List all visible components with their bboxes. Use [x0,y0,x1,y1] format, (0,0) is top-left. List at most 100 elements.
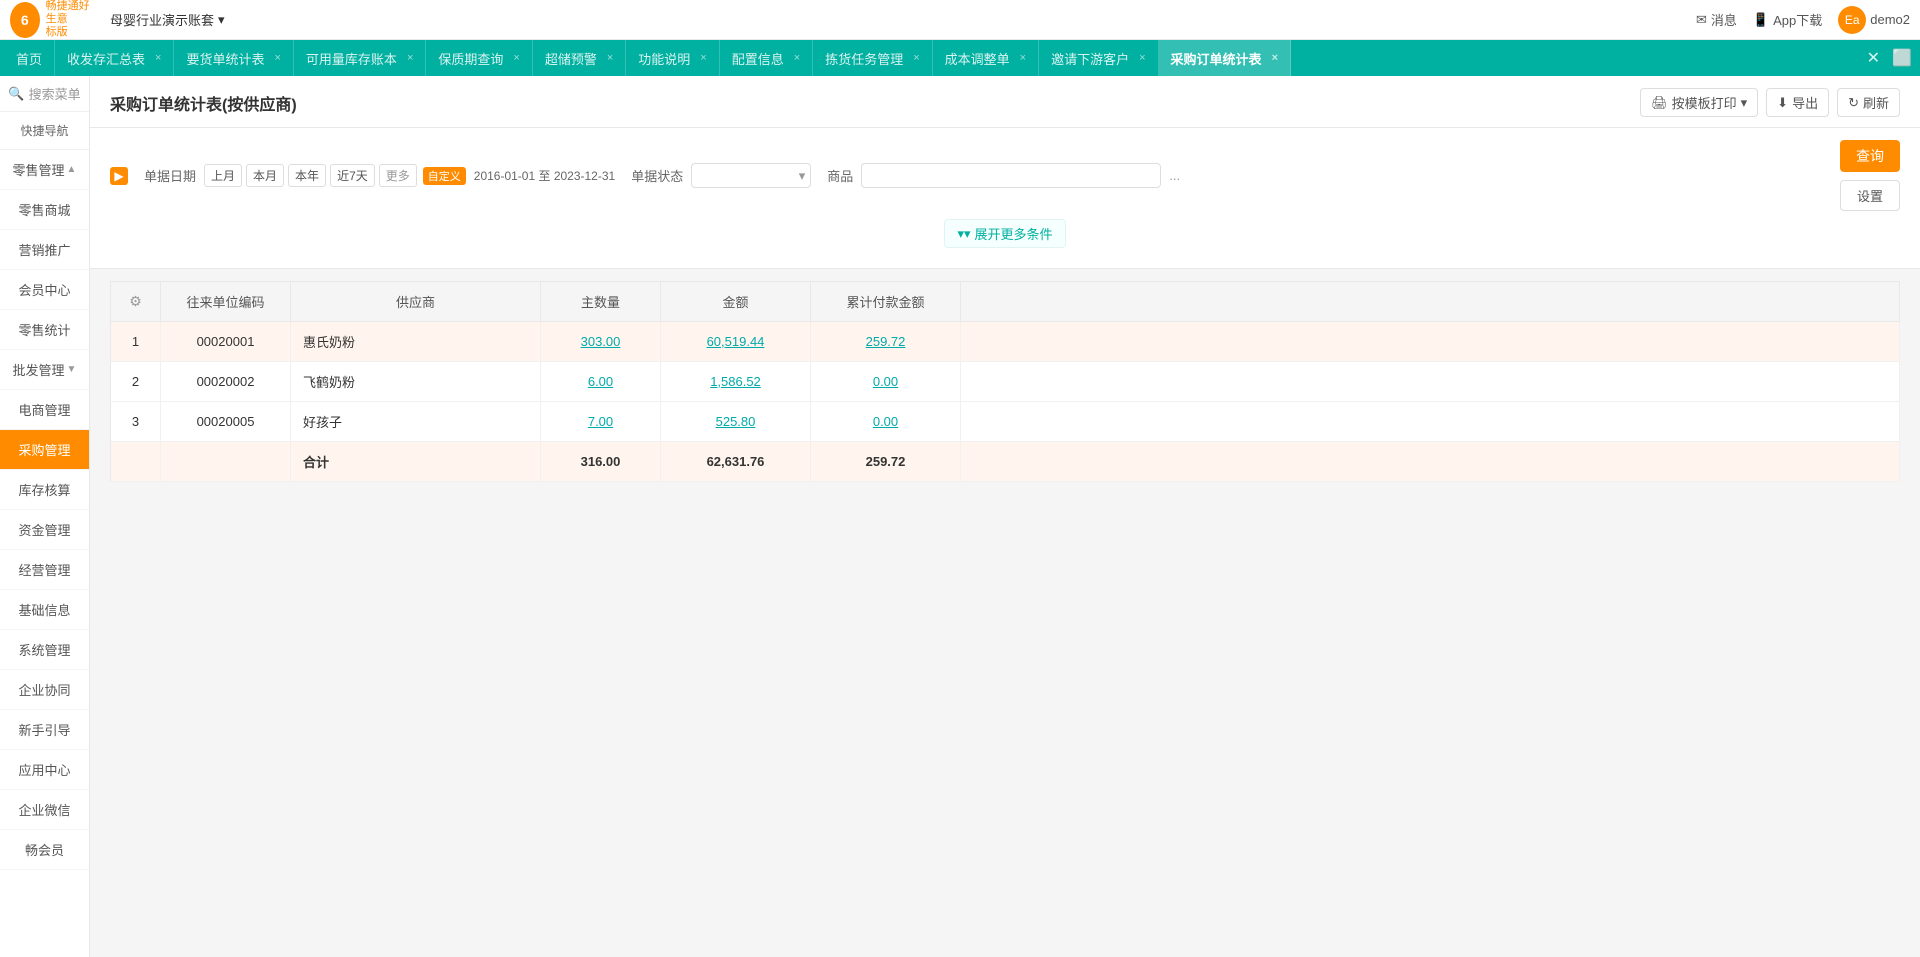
refresh-icon: ↻ [1848,95,1859,111]
sidebar-item-retail-stats[interactable]: 零售统计 [0,310,89,350]
sidebar-item-retail-shop[interactable]: 零售商城 [0,190,89,230]
footer-label [161,442,291,482]
sidebar-item-member2[interactable]: 畅会员 [0,830,89,870]
tab-close-pinhuo[interactable]: × [913,52,919,64]
tab-home[interactable]: 首页 [4,40,55,76]
close-tab-btn[interactable]: ✕ [1863,44,1884,72]
tab-close-chuchao[interactable]: × [607,52,613,64]
filter-goods-group: 商品 ... [827,163,1180,188]
qty-link[interactable]: 6.00 [588,374,613,389]
cell-code: 00020002 [161,362,291,402]
cell-extra [961,322,1900,362]
table-row: 2 00020002 飞鹤奶粉 6.00 1,586.52 0.00 [111,362,1900,402]
date-shortcuts: 上月 本月 本年 近7天 更多 [204,164,417,187]
sidebar-item-operation[interactable]: 经营管理 [0,550,89,590]
sidebar-item-basic[interactable]: 基础信息 [0,590,89,630]
message-btn[interactable]: ✉ 消息 [1696,10,1737,29]
date-this-month[interactable]: 本月 [246,164,284,187]
expand-down-icon: ▾▾ [957,226,970,242]
tab-gongneng[interactable]: 功能说明 × [626,40,719,76]
tab-shoufa[interactable]: 收发存汇总表 × [55,40,174,76]
chevron-up-icon: ▲ [67,164,77,175]
tab-caigou[interactable]: 采购订单统计表 × [1159,40,1291,76]
sidebar-item-finance[interactable]: 资金管理 [0,510,89,550]
qty-link[interactable]: 303.00 [581,334,621,349]
tab-close-yaoqing[interactable]: × [1139,52,1145,64]
export-btn[interactable]: ⬇ 导出 [1766,88,1829,117]
date-this-year[interactable]: 本年 [288,164,326,187]
sidebar-item-appstore[interactable]: 应用中心 [0,750,89,790]
qty-link[interactable]: 7.00 [588,414,613,429]
date-more[interactable]: 更多 [379,164,417,187]
workspace-selector[interactable]: 母婴行业演示账套 ▾ [100,10,235,29]
sidebar-quicknav[interactable]: 快捷导航 [0,112,89,150]
avatar: Ea [1838,6,1866,34]
amount-link[interactable]: 60,519.44 [707,334,765,349]
top-right: ✉ 消息 📱 App下载 Ea demo2 [1696,6,1910,34]
filter-more-btn[interactable]: ... [1169,168,1180,183]
sidebar-item-retail[interactable]: 零售管理 ▲ [0,150,89,190]
expand-more-btn[interactable]: ▾▾ 展开更多条件 [944,219,1065,248]
sidebar-item-purchase[interactable]: 采购管理 [0,430,89,470]
tab-yaoqing[interactable]: 邀请下游客户 × [1039,40,1158,76]
main-layout: 🔍 搜索菜单 快捷导航 零售管理 ▲ 零售商城 营销推广 会员中心 零售统计 批… [0,76,1920,957]
goods-input[interactable] [861,163,1161,188]
footer-no [111,442,161,482]
print-btn[interactable]: 🖨 按模板打印 ▾ [1640,88,1758,117]
filter-expand-icon[interactable]: ▶ [110,167,128,185]
footer-qty: 316.00 [541,442,661,482]
page-header: 采购订单统计表(按供应商) 🖨 按模板打印 ▾ ⬇ 导出 ↻ 刷新 [90,76,1920,128]
table-area: ⚙ 往来单位编码 供应商 主数量 金额 累计付款金额 1 00020001 [90,269,1920,494]
filter-area: ▶ 单据日期 上月 本月 本年 近7天 更多 自定义 [90,128,1920,269]
user-profile[interactable]: Ea demo2 [1838,6,1910,34]
paid-link[interactable]: 259.72 [866,334,906,349]
paid-link[interactable]: 0.00 [873,414,898,429]
tab-baozhi[interactable]: 保质期查询 × [426,40,532,76]
amount-link[interactable]: 525.80 [716,414,756,429]
sidebar-item-enterprise[interactable]: 企业协同 [0,670,89,710]
cell-amount: 60,519.44 [661,322,811,362]
query-btn[interactable]: 查询 [1840,140,1900,172]
tab-peizhiinfo[interactable]: 配置信息 × [720,40,813,76]
th-amount: 金额 [661,282,811,322]
settings-btn[interactable]: 设置 [1840,180,1900,211]
sidebar-item-wholesale[interactable]: 批发管理 ▼ [0,350,89,390]
sidebar-item-ecommerce[interactable]: 电商管理 [0,390,89,430]
tab-pinhuo[interactable]: 拣货任务管理 × [813,40,932,76]
sidebar-search[interactable]: 🔍 搜索菜单 [0,76,89,112]
sidebar-item-wechat[interactable]: 企业微信 [0,790,89,830]
tab-close-gongneng[interactable]: × [700,52,706,64]
tab-chuchao[interactable]: 超储预警 × [533,40,626,76]
tab-close-caigou[interactable]: × [1272,52,1278,64]
tab-close-chengben[interactable]: × [1020,52,1026,64]
sidebar-item-marketing[interactable]: 营销推广 [0,230,89,270]
tab-close-peizhiinfo[interactable]: × [794,52,800,64]
tab-yaohuo[interactable]: 要货单统计表 × [174,40,293,76]
maximize-btn[interactable]: ⬜ [1888,44,1916,72]
tab-close-keyong[interactable]: × [407,52,413,64]
amount-link[interactable]: 1,586.52 [710,374,761,389]
tab-close-baozhi[interactable]: × [513,52,519,64]
export-icon: ⬇ [1777,95,1788,111]
sidebar-item-inventory[interactable]: 库存核算 [0,470,89,510]
status-select[interactable] [691,163,811,188]
tab-keyong[interactable]: 可用量库存账本 × [294,40,426,76]
sidebar-item-newguide[interactable]: 新手引导 [0,710,89,750]
app-download-btn[interactable]: 📱 App下载 [1753,10,1822,29]
date-last-month[interactable]: 上月 [204,164,242,187]
tab-close-shoufa[interactable]: × [155,52,161,64]
sidebar-item-system[interactable]: 系统管理 [0,630,89,670]
column-settings-icon[interactable]: ⚙ [129,293,142,309]
logo: 6 畅捷通好生意 标版 [10,0,100,39]
refresh-btn[interactable]: ↻ 刷新 [1837,88,1900,117]
paid-link[interactable]: 0.00 [873,374,898,389]
cell-paid: 259.72 [811,322,961,362]
cell-qty: 7.00 [541,402,661,442]
search-menu-btn[interactable]: 🔍 搜索菜单 [6,84,83,103]
cell-code: 00020001 [161,322,291,362]
sidebar-item-member[interactable]: 会员中心 [0,270,89,310]
cell-paid: 0.00 [811,362,961,402]
tab-close-yaohuo[interactable]: × [274,52,280,64]
tab-chengben[interactable]: 成本调整单 × [933,40,1039,76]
date-7days[interactable]: 近7天 [330,164,375,187]
